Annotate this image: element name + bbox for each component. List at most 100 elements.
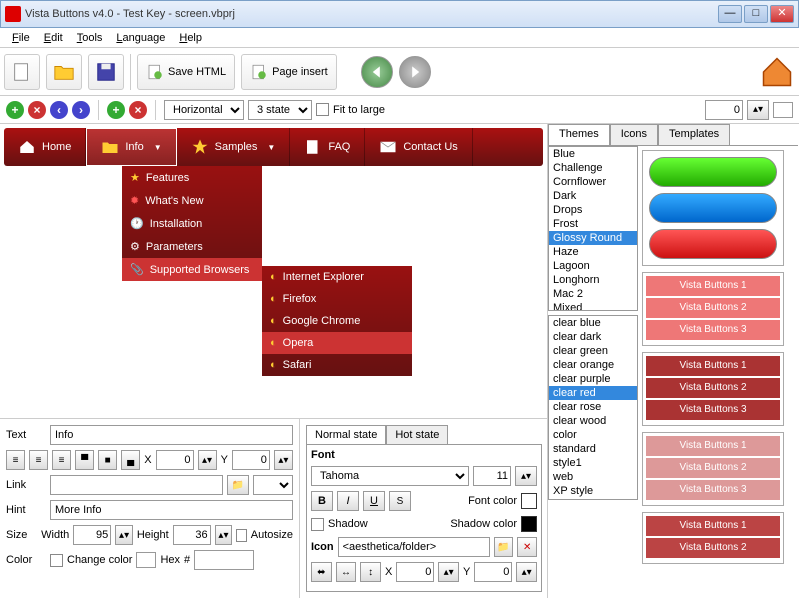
spin-input[interactable]	[705, 100, 743, 120]
align-center[interactable]: ≡	[29, 450, 48, 470]
menu-edit[interactable]: Edit	[38, 30, 69, 45]
underline-button[interactable]: U	[363, 491, 385, 511]
font-select[interactable]: Tahoma	[311, 466, 469, 486]
sub-parameters[interactable]: ⚙Parameters	[122, 235, 262, 258]
nav-home[interactable]: Home	[4, 128, 86, 166]
changecolor-checkbox[interactable]	[50, 554, 63, 567]
tab-templates[interactable]: Templates	[658, 124, 730, 145]
nav-contact[interactable]: Contact Us	[365, 128, 472, 166]
sub-browsers[interactable]: 📎Supported Browsers	[122, 258, 262, 281]
y-spin[interactable]	[232, 450, 270, 470]
tab-icons[interactable]: Icons	[610, 124, 658, 145]
fit-checkbox[interactable]	[316, 103, 329, 116]
fontsize-spin[interactable]	[473, 466, 511, 486]
subtheme-list[interactable]: clear blueclear darkclear greenclear ora…	[548, 315, 638, 500]
toolbar: Save HTML Page insert	[0, 48, 799, 96]
spin-up[interactable]: ▴▾	[747, 100, 769, 120]
fit-label: Fit to large	[333, 104, 385, 116]
back-button[interactable]	[361, 56, 393, 88]
sub-installation[interactable]: 🕐Installation	[122, 212, 262, 235]
strike-button[interactable]: S	[389, 491, 411, 511]
hint-input[interactable]	[50, 500, 293, 520]
page-insert-button[interactable]: Page insert	[241, 54, 337, 90]
text-label: Text	[6, 429, 46, 441]
save-html-button[interactable]: Save HTML	[137, 54, 235, 90]
forward-button[interactable]	[399, 56, 431, 88]
hex-input[interactable]	[194, 550, 254, 570]
browse-icon[interactable]: 📁	[227, 475, 249, 495]
valign-mid[interactable]: ■	[98, 450, 117, 470]
valign-top[interactable]: ▀	[75, 450, 94, 470]
new-button[interactable]	[4, 54, 40, 90]
sub-whatsnew[interactable]: ✹What's New	[122, 189, 262, 212]
left-button[interactable]: ‹	[50, 101, 68, 119]
nav-faq[interactable]: FAQ	[290, 128, 365, 166]
menu-tools[interactable]: Tools	[71, 30, 109, 45]
link-input[interactable]	[50, 475, 223, 495]
open-button[interactable]	[46, 54, 82, 90]
submenu-browsers: ◐Internet Explorer ◐Firefox ◐Google Chro…	[262, 266, 412, 376]
state-select[interactable]: 3 state	[248, 100, 312, 120]
sub-features[interactable]: ★Features	[122, 166, 262, 189]
remove-button[interactable]: ×	[28, 101, 46, 119]
sub-chrome[interactable]: ◐Google Chrome	[262, 310, 412, 332]
nav-samples[interactable]: Samples▼	[177, 128, 291, 166]
titlebar: Vista Buttons v4.0 - Test Key - screen.v…	[0, 0, 799, 28]
tab-themes[interactable]: Themes	[548, 124, 610, 145]
theme-list[interactable]: BlueChallengeCornflowerDarkDropsFrostGlo…	[548, 146, 638, 311]
shadowcolor-swatch[interactable]	[521, 516, 537, 532]
width-spin[interactable]	[73, 525, 111, 545]
save-html-label: Save HTML	[168, 66, 226, 78]
align-left[interactable]: ≡	[6, 450, 25, 470]
icon-input[interactable]	[338, 537, 490, 557]
preview-red[interactable]	[649, 229, 777, 259]
window-title: Vista Buttons v4.0 - Test Key - screen.v…	[25, 8, 718, 20]
valign-bot[interactable]: ▄	[121, 450, 140, 470]
tab-hot[interactable]: Hot state	[386, 425, 448, 444]
text-input[interactable]	[50, 425, 293, 445]
shadow-checkbox[interactable]	[311, 518, 324, 531]
orientation-select[interactable]: Horizontal	[164, 100, 244, 120]
sub-safari[interactable]: ◐Safari	[262, 354, 412, 376]
add2-button[interactable]: +	[107, 101, 125, 119]
save-button[interactable]	[88, 54, 124, 90]
home-icon[interactable]	[759, 54, 795, 90]
bold-button[interactable]: B	[311, 491, 333, 511]
tab-normal[interactable]: Normal state	[306, 425, 386, 444]
right-button[interactable]: ›	[72, 101, 90, 119]
color-swatch2[interactable]	[136, 552, 156, 568]
remove2-button[interactable]: ×	[129, 101, 147, 119]
align-right[interactable]: ≡	[52, 450, 71, 470]
preview-group-4: Vista Buttons 1Vista Buttons 2	[642, 512, 784, 564]
italic-button[interactable]: I	[337, 491, 359, 511]
font-label: Font	[311, 449, 335, 461]
icon-align[interactable]: ⬌	[311, 562, 332, 582]
preview-green[interactable]	[649, 157, 777, 187]
menu-file[interactable]: File	[6, 30, 36, 45]
nav-menu: Home Info▼ Samples▼ FAQ Contact Us	[4, 128, 543, 166]
sub-firefox[interactable]: ◐Firefox	[262, 288, 412, 310]
menu-language[interactable]: Language	[110, 30, 171, 45]
height-spin[interactable]	[173, 525, 211, 545]
fontcolor-swatch[interactable]	[521, 493, 537, 509]
autosize-checkbox[interactable]	[236, 529, 247, 542]
maximize-button[interactable]: □	[744, 5, 768, 23]
color-swatch[interactable]	[773, 102, 793, 118]
menu-help[interactable]: Help	[173, 30, 208, 45]
link-label: Link	[6, 479, 46, 491]
page-insert-label: Page insert	[272, 66, 328, 78]
sub-opera[interactable]: ◐Opera	[262, 332, 412, 354]
nav-info[interactable]: Info▼	[86, 128, 176, 166]
sub-ie[interactable]: ◐Internet Explorer	[262, 266, 412, 288]
icon-remove[interactable]: ✕	[517, 537, 537, 557]
icon-browse[interactable]: 📁	[494, 537, 514, 557]
preview-blue[interactable]	[649, 193, 777, 223]
x-spin[interactable]	[156, 450, 194, 470]
close-button[interactable]: ✕	[770, 5, 794, 23]
target-select[interactable]	[253, 475, 293, 495]
preview-group-2: Vista Buttons 1Vista Buttons 2Vista Butt…	[642, 352, 784, 426]
app-icon	[5, 6, 21, 22]
minimize-button[interactable]: —	[718, 5, 742, 23]
properties-panel: Text ≡≡≡ ▀■▄ X▴▾ Y▴▾ Link📁 Hint Size Wid…	[0, 418, 547, 598]
add-button[interactable]: +	[6, 101, 24, 119]
